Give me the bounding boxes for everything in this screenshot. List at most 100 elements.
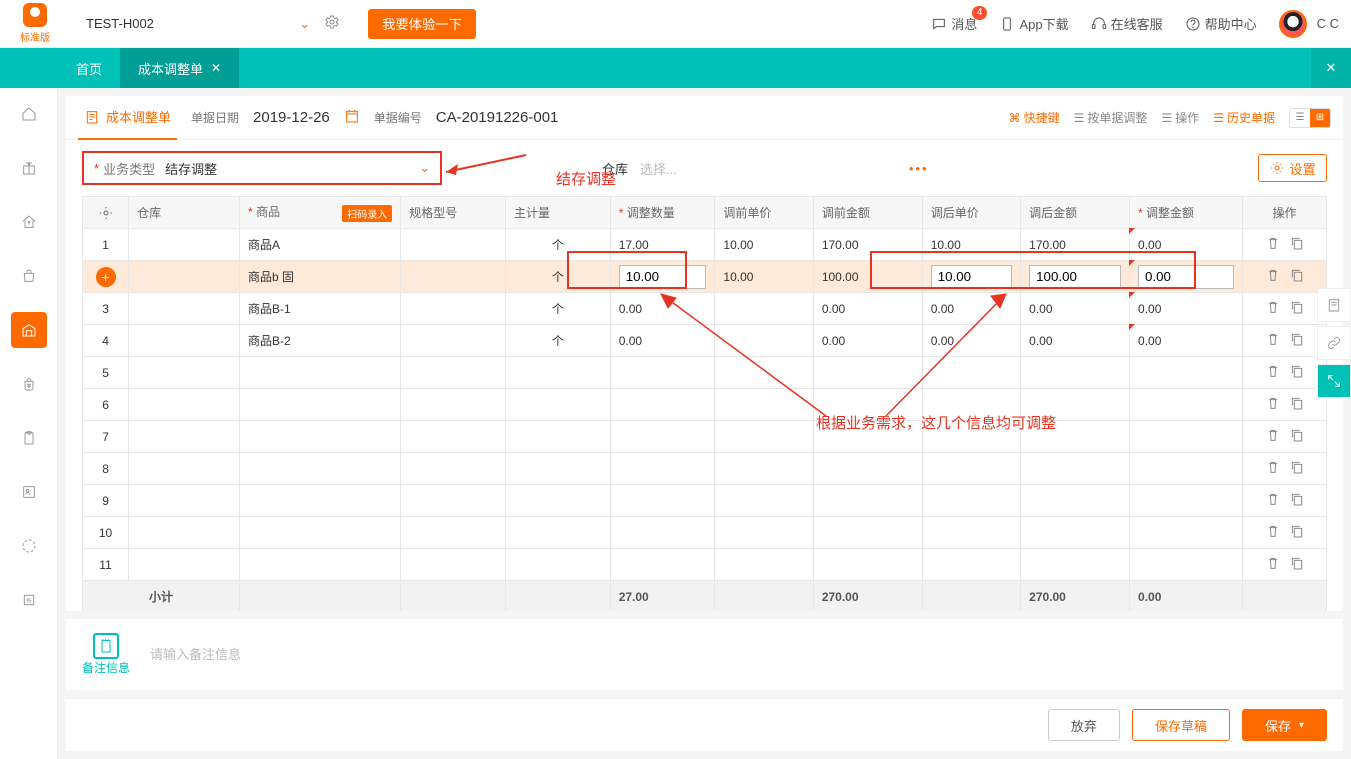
shortcut-link[interactable]: ⌘ 快捷键 (1009, 109, 1060, 126)
annotation-arrow-2 (646, 286, 846, 426)
setting-button[interactable]: 设置 (1258, 154, 1327, 182)
nav-gift-icon[interactable] (11, 150, 47, 186)
remark-input[interactable] (150, 647, 1327, 662)
copy-icon[interactable] (1289, 459, 1305, 478)
chevron-down-icon: ⌄ (419, 160, 430, 176)
date-value[interactable]: 2019-12-26 (253, 109, 330, 126)
tool-note-icon[interactable] (1317, 288, 1351, 322)
copy-icon[interactable] (1289, 235, 1305, 254)
gear-icon[interactable] (324, 14, 340, 33)
col-adj-amt: 调整金额 (1130, 197, 1243, 229)
nav-new-icon[interactable]: 新 (11, 582, 47, 618)
copy-icon[interactable] (1289, 555, 1305, 574)
table-row[interactable]: 11 (83, 549, 1327, 581)
nav-home-icon[interactable] (11, 96, 47, 132)
post-amt-input[interactable] (1029, 265, 1121, 289)
experience-button[interactable]: 我要体验一下 (368, 9, 476, 39)
annotation-text-1: 结存调整 (556, 168, 616, 189)
tool-expand-icon[interactable] (1317, 364, 1351, 398)
history-link[interactable]: ☰ 历史单据 (1213, 109, 1275, 126)
copy-icon[interactable] (1289, 491, 1305, 510)
copy-icon[interactable] (1289, 523, 1305, 542)
delete-icon[interactable] (1265, 299, 1281, 318)
message-badge: 4 (972, 6, 988, 20)
qty-input[interactable] (619, 265, 707, 289)
more-icon[interactable]: ••• (909, 161, 929, 176)
copy-icon[interactable] (1289, 427, 1305, 446)
ops-link[interactable]: ☰ 操作 (1161, 109, 1199, 126)
business-type-select[interactable]: * 业务类型 结存调整 ⌄ (82, 151, 442, 185)
col-ops: 操作 (1243, 197, 1327, 229)
nav-bag-icon[interactable] (11, 258, 47, 294)
copy-icon[interactable] (1289, 299, 1305, 318)
user-menu[interactable]: C C (1279, 10, 1339, 38)
delete-icon[interactable] (1265, 331, 1281, 350)
tab-home[interactable]: 首页 (58, 48, 120, 88)
subtotal-row: 小计 27.00 270.00 270.00 0.00 (83, 581, 1327, 612)
calendar-icon[interactable] (344, 108, 360, 127)
post-price-input[interactable] (931, 265, 1012, 289)
remark-label: 备注信息 (82, 633, 130, 676)
scan-tag[interactable]: 扫码录入 (342, 205, 392, 222)
delete-icon[interactable] (1265, 267, 1281, 286)
copy-icon[interactable] (1289, 267, 1305, 286)
tool-link-icon[interactable] (1317, 326, 1351, 360)
save-draft-button[interactable]: 保存草稿 (1132, 709, 1230, 741)
col-pre-amt: 调前金额 (813, 197, 922, 229)
help-link[interactable]: 帮助中心 (1185, 14, 1257, 33)
copy-icon[interactable] (1289, 395, 1305, 414)
delete-icon[interactable] (1265, 235, 1281, 254)
delete-icon[interactable] (1265, 491, 1281, 510)
per-doc-link[interactable]: ☰ 按单据调整 (1074, 109, 1148, 126)
docno-label: 单据编号 (374, 109, 422, 126)
nav-up-icon[interactable] (11, 204, 47, 240)
business-type-value: 结存调整 (165, 159, 217, 178)
delete-icon[interactable] (1265, 427, 1281, 446)
table-row[interactable]: 1商品A个17.0010.00170.0010.00170.000.00 (83, 229, 1327, 261)
annotation-arrow (436, 150, 546, 180)
save-button[interactable]: 保存▾ (1242, 709, 1327, 741)
right-tools (1317, 288, 1351, 398)
nav-clipboard-icon[interactable] (11, 420, 47, 456)
delete-icon[interactable] (1265, 363, 1281, 382)
table-row[interactable]: 10 (83, 517, 1327, 549)
tab-cost-adjust[interactable]: 成本调整单✕ (120, 48, 239, 88)
delete-icon[interactable] (1265, 555, 1281, 574)
table-row[interactable]: 9 (83, 485, 1327, 517)
sub-header: 成本调整单 单据日期 2019-12-26 单据编号 CA-20191226-0… (66, 96, 1343, 140)
discard-button[interactable]: 放弃 (1048, 709, 1120, 741)
tenant-select[interactable]: TEST-H002 ⌄ (78, 9, 318, 39)
copy-icon[interactable] (1289, 363, 1305, 382)
col-spec: 规格型号 (401, 197, 506, 229)
close-icon[interactable]: ✕ (211, 61, 221, 75)
note-icon (93, 633, 119, 659)
tabs-close-all[interactable]: ✕ (1311, 48, 1351, 88)
table-row[interactable]: 8 (83, 453, 1327, 485)
col-post-amt: 调后金额 (1021, 197, 1130, 229)
chevron-down-icon: ⌄ (299, 16, 310, 32)
warehouse-filter[interactable]: 仓库 选择... ••• (602, 159, 929, 178)
nav-sync-icon[interactable] (11, 528, 47, 564)
col-warehouse: 仓库 (129, 197, 240, 229)
app-download-link[interactable]: App下载 (999, 14, 1068, 33)
col-gear[interactable] (83, 197, 129, 229)
table-container: 仓库 商品扫码录入 规格型号 主计量 调整数量 调前单价 调前金额 调后单价 调… (66, 196, 1343, 611)
doc-title-tab[interactable]: 成本调整单 (78, 96, 177, 140)
sidebar: 新 (0, 88, 58, 759)
footer-actions: 放弃 保存草稿 保存▾ (66, 698, 1343, 751)
add-row-icon[interactable]: + (96, 267, 116, 287)
edition-label: 标准版 (20, 29, 50, 44)
messages-link[interactable]: 消息 4 (931, 14, 977, 33)
service-link[interactable]: 在线客服 (1091, 14, 1163, 33)
nav-contact-icon[interactable] (11, 474, 47, 510)
delete-icon[interactable] (1265, 459, 1281, 478)
delete-icon[interactable] (1265, 523, 1281, 542)
nav-warehouse-icon[interactable] (11, 312, 47, 348)
remark-section: 备注信息 (66, 619, 1343, 690)
copy-icon[interactable] (1289, 331, 1305, 350)
adj-amt-input[interactable] (1138, 265, 1234, 289)
view-toggle[interactable]: ☰⊞ (1289, 108, 1331, 128)
delete-icon[interactable] (1265, 395, 1281, 414)
svg-text:新: 新 (26, 597, 32, 605)
nav-money-icon[interactable] (11, 366, 47, 402)
